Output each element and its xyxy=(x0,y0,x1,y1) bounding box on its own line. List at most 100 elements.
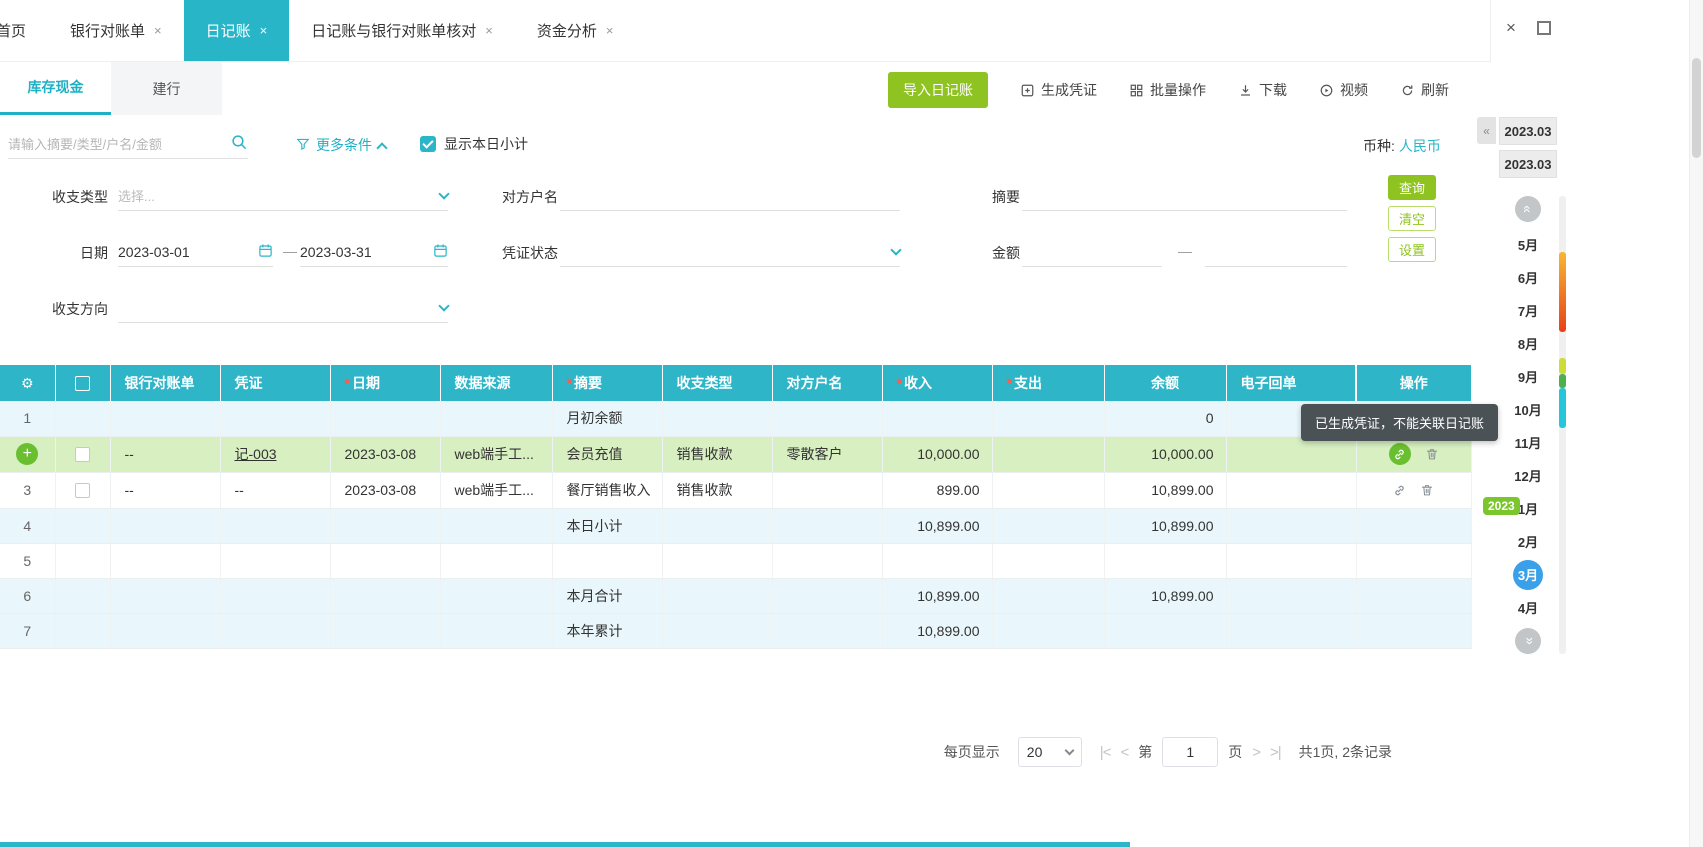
sidebar-collapse-handle[interactable]: « xyxy=(1477,117,1496,144)
query-button[interactable]: 查询 xyxy=(1388,175,1436,200)
row-actions-cell xyxy=(1355,472,1472,509)
month-item[interactable]: 12月 xyxy=(1499,459,1557,492)
account-tab-cash[interactable]: 库存现金 xyxy=(0,62,111,115)
row-number-cell: 5 xyxy=(0,543,56,579)
tab-journal[interactable]: 日记账 × xyxy=(183,0,290,61)
month-item[interactable]: 2月 xyxy=(1499,525,1557,558)
month-item[interactable]: 1月 2023 xyxy=(1483,492,1557,525)
month-item[interactable]: 5月 xyxy=(1499,228,1557,261)
year-month-option[interactable]: 2023.03 xyxy=(1499,150,1557,178)
fullscreen-icon[interactable] xyxy=(1537,21,1551,35)
type-select[interactable]: 选择... xyxy=(118,181,450,211)
add-row-button[interactable]: + xyxy=(16,443,39,465)
per-page-label: 每页显示 xyxy=(943,744,1000,760)
row-checkbox[interactable] xyxy=(75,483,90,499)
tab-home[interactable]: 首页 xyxy=(0,0,48,61)
link-journal-icon[interactable] xyxy=(1393,484,1406,497)
table-cell-summary: 会员充值 xyxy=(552,436,663,473)
voucher-link[interactable]: 记-003 xyxy=(235,446,277,462)
link-journal-icon[interactable] xyxy=(1388,443,1411,465)
month-label: 12月 xyxy=(1514,469,1542,484)
table-cell-receipt xyxy=(1226,613,1357,649)
gear-icon[interactable]: ⚙ xyxy=(21,375,34,391)
toolbar-actions: 导入日记账 生成凭证 批量操作 下载 视频 刷新 xyxy=(888,72,1449,108)
month-scrollbar[interactable] xyxy=(1559,196,1566,654)
first-page-button[interactable]: |< xyxy=(1100,744,1112,761)
amount-min-input[interactable] xyxy=(1022,237,1162,267)
scroll-up-icon[interactable]: « xyxy=(1515,196,1541,222)
party-input[interactable] xyxy=(560,181,900,211)
select-all-header[interactable] xyxy=(55,365,111,401)
page-suffix: 页 xyxy=(1228,744,1243,760)
direction-select[interactable] xyxy=(118,293,450,323)
month-item[interactable]: 4月 xyxy=(1499,591,1557,624)
month-item[interactable]: 3月 xyxy=(1499,558,1557,591)
settings-button[interactable]: 设置 xyxy=(1388,237,1436,262)
import-journal-button[interactable]: 导入日记账 xyxy=(888,72,988,108)
calendar-icon[interactable] xyxy=(433,243,448,261)
more-conditions-button[interactable]: 更多条件 xyxy=(296,135,388,155)
page-scrollbar[interactable] xyxy=(1689,0,1703,847)
amount-max-input[interactable] xyxy=(1205,237,1347,267)
select-all-checkbox[interactable] xyxy=(75,376,90,392)
account-tab-label: 建行 xyxy=(152,80,181,97)
tab-journal-bank-reconcile[interactable]: 日记账与银行对账单核对 × xyxy=(289,0,515,61)
tab-close-icon[interactable]: × xyxy=(606,23,614,38)
last-page-button[interactable]: >| xyxy=(1270,744,1282,761)
generate-voucher-button[interactable]: 生成凭证 xyxy=(1020,80,1097,100)
month-item[interactable]: 8月 xyxy=(1499,327,1557,360)
table-cell-voucher xyxy=(220,613,331,649)
checkbox-checked-icon[interactable] xyxy=(420,136,436,152)
page-number-input[interactable] xyxy=(1162,737,1219,767)
calendar-icon[interactable] xyxy=(258,243,273,261)
row-checkbox[interactable] xyxy=(75,447,90,463)
account-tab-bank[interactable]: 建行 xyxy=(111,62,222,115)
table-cell-date xyxy=(330,508,441,544)
next-page-button[interactable]: > xyxy=(1252,744,1261,761)
tab-fund-analysis[interactable]: 资金分析 × xyxy=(515,0,636,61)
date-from-value: 2023-03-01 xyxy=(118,243,190,260)
refresh-button[interactable]: 刷新 xyxy=(1400,80,1449,100)
voucher-status-select[interactable] xyxy=(560,237,902,267)
batch-operation-button[interactable]: 批量操作 xyxy=(1129,80,1206,100)
delete-row-icon[interactable] xyxy=(1420,483,1434,497)
delete-row-icon[interactable] xyxy=(1425,447,1439,461)
search-icon[interactable] xyxy=(231,134,248,154)
direction-label: 收支方向 xyxy=(52,301,108,317)
tab-close-icon[interactable]: × xyxy=(485,23,493,38)
table-cell-income xyxy=(882,401,993,437)
column-settings-header[interactable]: ⚙ xyxy=(0,365,56,401)
month-label: 9月 xyxy=(1517,370,1539,385)
table-cell-expense xyxy=(992,613,1105,649)
month-item[interactable]: 11月 xyxy=(1499,426,1557,459)
tab-label: 银行对账单 xyxy=(70,23,146,40)
search-input[interactable]: 请输入摘要/类型/户名/金额 xyxy=(8,129,248,159)
clear-button[interactable]: 清空 xyxy=(1388,206,1436,231)
tab-close-icon[interactable]: × xyxy=(154,23,162,38)
date-to-input[interactable]: 2023-03-31 xyxy=(300,237,448,267)
table-cell-type xyxy=(662,401,773,437)
month-item[interactable]: 10月 xyxy=(1499,393,1557,426)
prev-page-button[interactable]: < xyxy=(1120,744,1129,761)
month-item[interactable]: 9月 xyxy=(1499,360,1557,393)
scrollbar-thumb[interactable] xyxy=(1692,58,1701,158)
tab-close-icon[interactable]: × xyxy=(260,23,268,38)
scroll-down-icon[interactable]: « xyxy=(1515,628,1541,654)
video-button[interactable]: 视频 xyxy=(1319,80,1368,100)
download-button[interactable]: 下载 xyxy=(1238,80,1287,100)
per-page-value: 20 xyxy=(1026,744,1043,760)
date-to-value: 2023-03-31 xyxy=(300,243,372,260)
summary-input[interactable] xyxy=(1022,181,1347,211)
date-from-input[interactable]: 2023-03-01 xyxy=(118,237,273,267)
month-label: 10月 xyxy=(1514,403,1542,418)
month-item[interactable]: 7月 xyxy=(1499,294,1557,327)
column-header: 操作 xyxy=(1355,365,1472,401)
daily-subtotal-checkbox[interactable]: 显示本日小计 xyxy=(420,134,528,154)
close-window-icon[interactable]: × xyxy=(1506,18,1516,38)
month-label: 4月 xyxy=(1517,601,1539,616)
month-item[interactable]: 6月 xyxy=(1499,261,1557,294)
per-page-select[interactable]: 20 xyxy=(1017,737,1082,767)
year-month-selector[interactable]: 2023.03 xyxy=(1499,117,1557,145)
table-cell-bank xyxy=(110,543,221,579)
tab-bank-statement[interactable]: 银行对账单 × xyxy=(48,0,184,61)
